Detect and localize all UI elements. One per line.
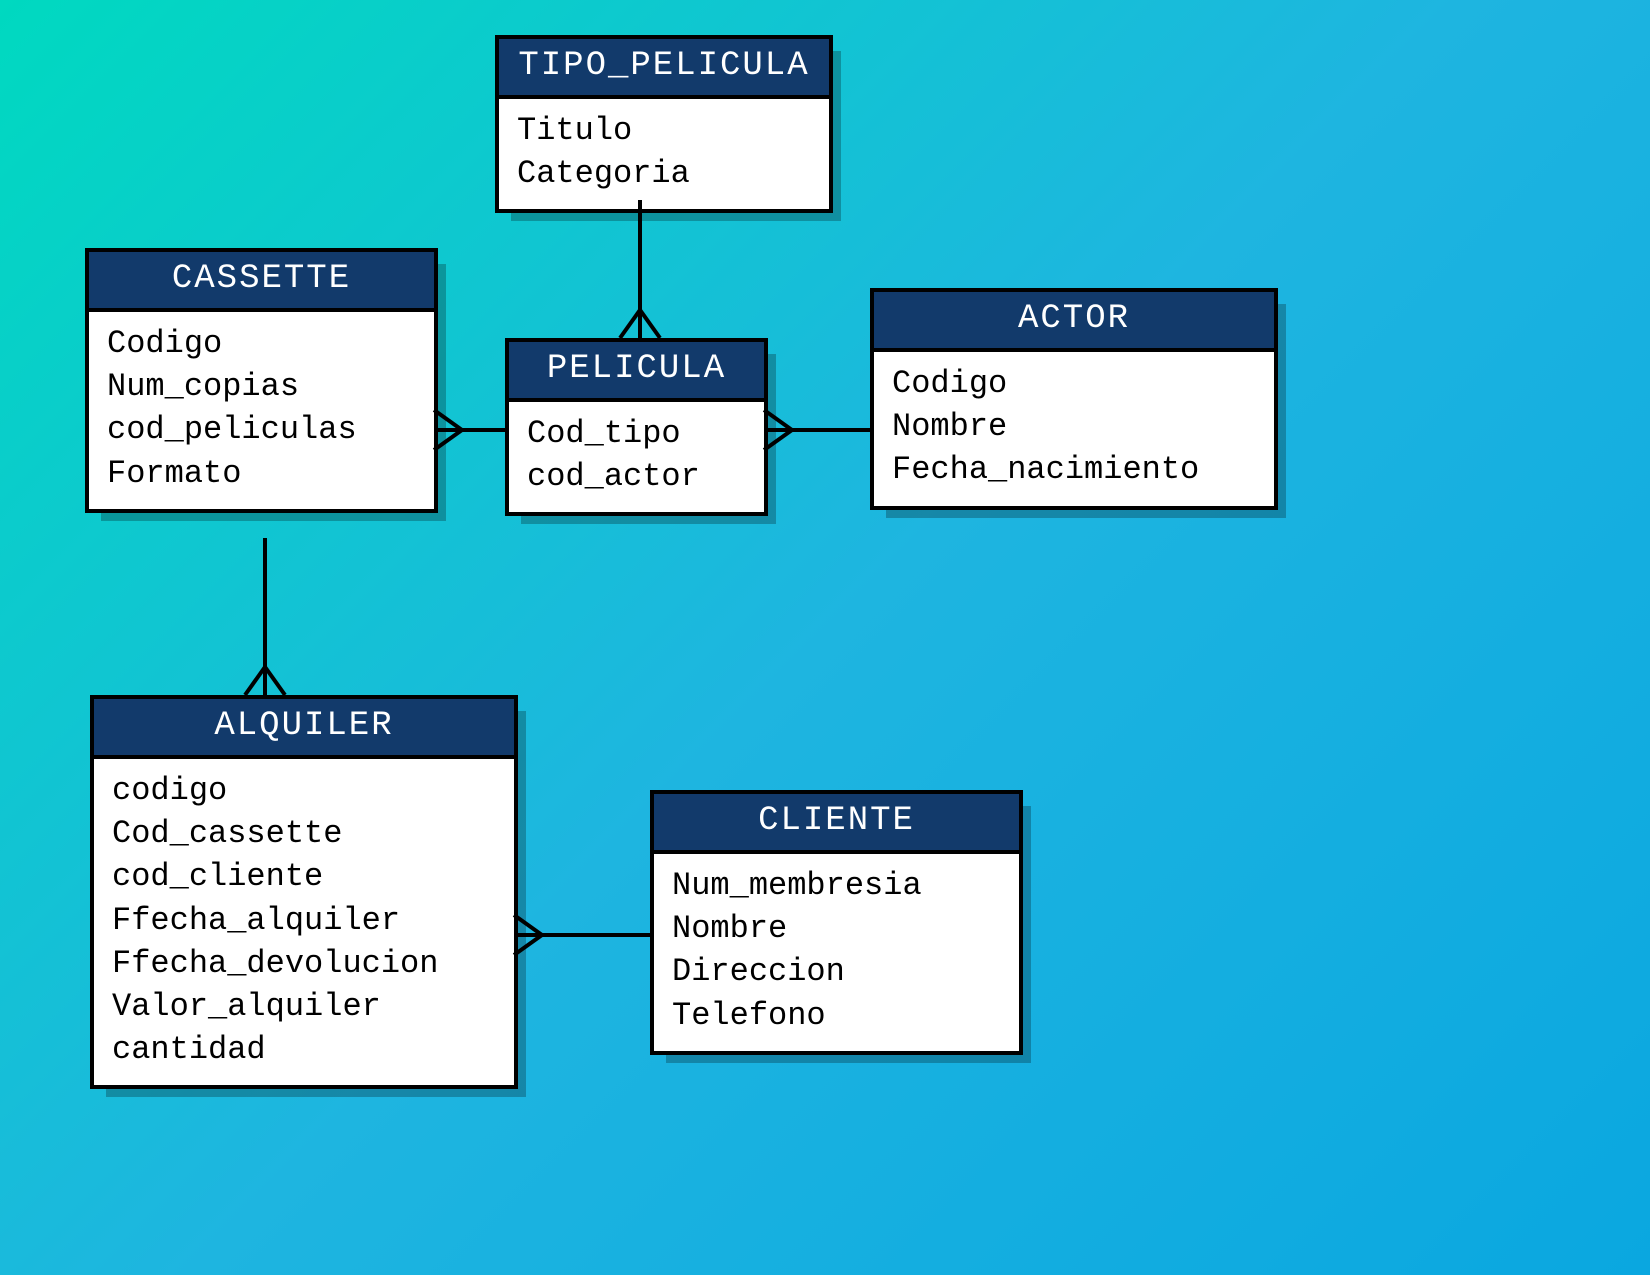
entity-pelicula: PELICULA Cod_tipo cod_actor — [505, 338, 768, 516]
entity-body: codigo Cod_cassette cod_cliente Ffecha_a… — [94, 759, 514, 1085]
entity-attribute: Num_copias — [107, 365, 416, 408]
entity-attribute: Ffecha_alquiler — [112, 899, 496, 942]
entity-header: CASSETTE — [89, 252, 434, 312]
entity-attribute: Valor_alquiler — [112, 985, 496, 1028]
entity-attribute: Telefono — [672, 994, 1001, 1037]
entity-body: Codigo Num_copias cod_peliculas Formato — [89, 312, 434, 509]
entity-attribute: Nombre — [672, 907, 1001, 950]
entity-attribute: Cod_cassette — [112, 812, 496, 855]
entity-tipo-pelicula: TIPO_PELICULA Titulo Categoria — [495, 35, 833, 213]
entity-attribute: cod_peliculas — [107, 408, 416, 451]
entity-body: Cod_tipo cod_actor — [509, 402, 764, 512]
entity-attribute: Fecha_nacimiento — [892, 448, 1256, 491]
entity-cliente: CLIENTE Num_membresia Nombre Direccion T… — [650, 790, 1023, 1055]
entity-attribute: Cod_tipo — [527, 412, 746, 455]
entity-header: ALQUILER — [94, 699, 514, 759]
entity-body: Titulo Categoria — [499, 99, 829, 209]
entity-attribute: Num_membresia — [672, 864, 1001, 907]
entity-body: Num_membresia Nombre Direccion Telefono — [654, 854, 1019, 1051]
entity-attribute: Direccion — [672, 950, 1001, 993]
entity-attribute: Codigo — [107, 322, 416, 365]
entity-attribute: Nombre — [892, 405, 1256, 448]
entity-header: TIPO_PELICULA — [499, 39, 829, 99]
entity-actor: ACTOR Codigo Nombre Fecha_nacimiento — [870, 288, 1278, 510]
entity-attribute: Ffecha_devolucion — [112, 942, 496, 985]
entity-header: PELICULA — [509, 342, 764, 402]
entity-attribute: codigo — [112, 769, 496, 812]
entity-attribute: Categoria — [517, 152, 811, 195]
entity-attribute: cod_cliente — [112, 855, 496, 898]
entity-attribute: Codigo — [892, 362, 1256, 405]
entity-attribute: cod_actor — [527, 455, 746, 498]
entity-header: CLIENTE — [654, 794, 1019, 854]
entity-attribute: Formato — [107, 452, 416, 495]
entity-attribute: cantidad — [112, 1028, 496, 1071]
entity-body: Codigo Nombre Fecha_nacimiento — [874, 352, 1274, 506]
entity-attribute: Titulo — [517, 109, 811, 152]
entity-alquiler: ALQUILER codigo Cod_cassette cod_cliente… — [90, 695, 518, 1089]
entity-header: ACTOR — [874, 292, 1274, 352]
entity-cassette: CASSETTE Codigo Num_copias cod_peliculas… — [85, 248, 438, 513]
